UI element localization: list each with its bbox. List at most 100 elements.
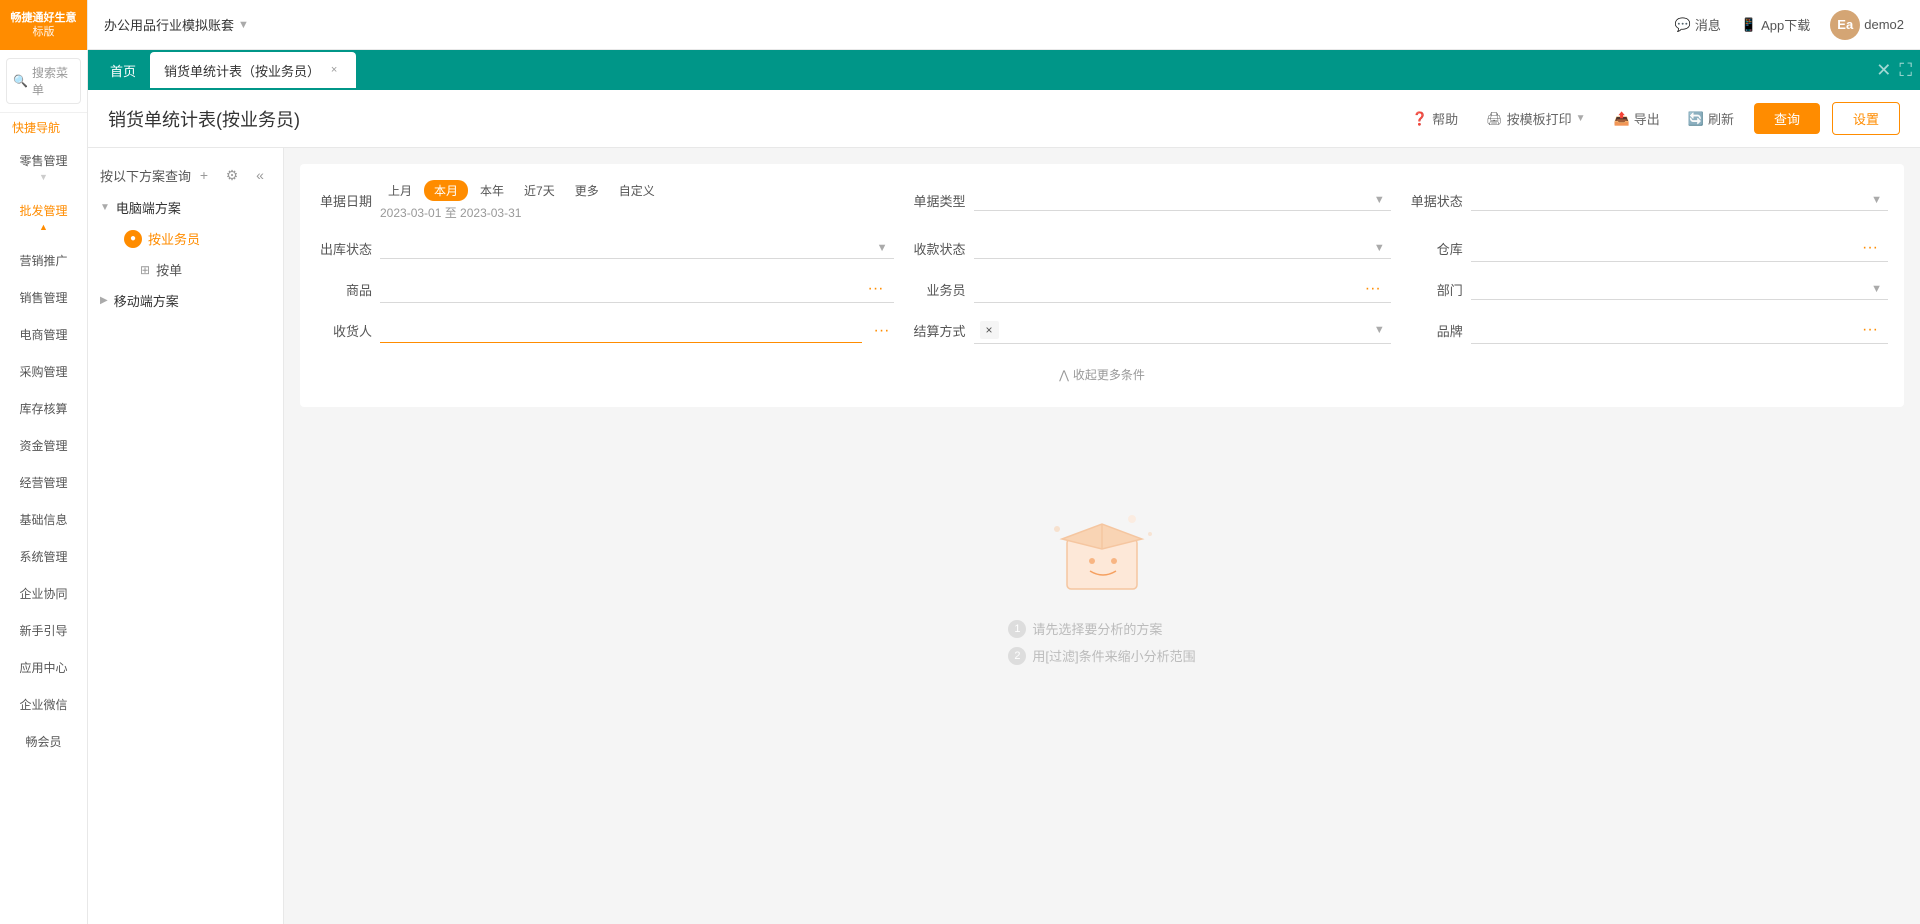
sidebar-item-retail[interactable]: 零售管理 ▼ <box>0 142 87 192</box>
filter-row-3: 商品 ··· 业务员 ··· 部门 <box>316 276 1888 303</box>
sidebar-item-appcenter[interactable]: 应用中心 <box>0 649 87 686</box>
search-menu-label: 搜索菜单 <box>32 64 74 98</box>
add-scheme-button[interactable]: + <box>193 164 215 186</box>
tab-close-button[interactable]: × <box>326 62 342 78</box>
collapse-filters-button[interactable]: ⋀ 收起更多条件 <box>324 366 1880 383</box>
receipt-status-arrow: ▼ <box>1374 242 1385 254</box>
salesperson-field: 业务员 ··· <box>910 276 1391 303</box>
sidebar-item-sales[interactable]: 销售管理 <box>0 279 87 316</box>
help-icon: ❓ <box>1412 111 1428 127</box>
collapse-up-icon: ⋀ <box>1059 368 1069 382</box>
edit-scheme-button[interactable]: ⚙ <box>221 164 243 186</box>
tab-maximize-icon[interactable]: ⛶ <box>1899 60 1912 81</box>
empty-steps: 1 请先选择要分析的方案 2 用[过滤]条件来缩小分析范围 <box>1008 619 1195 665</box>
membership-label: 畅会员 <box>25 733 61 750</box>
user-profile[interactable]: Ea demo2 <box>1830 10 1904 40</box>
tree-item-bydoc[interactable]: ⊞ 按单 <box>88 254 283 285</box>
sidebar-item-purchase[interactable]: 采购管理 <box>0 353 87 390</box>
sidebar-item-newbie[interactable]: 新手引导 <box>0 612 87 649</box>
enterprise-label: 企业协同 <box>19 585 67 602</box>
help-button[interactable]: ❓ 帮助 <box>1404 105 1466 132</box>
mobile-scheme-arrow: ▶ <box>100 295 108 306</box>
warehouse-select[interactable]: ··· <box>1471 235 1888 262</box>
department-arrow: ▼ <box>1871 283 1882 295</box>
date-tab-lastmonth[interactable]: 上月 <box>380 180 420 201</box>
date-tab-thismonth[interactable]: 本月 <box>424 180 468 201</box>
sidebar-item-membership[interactable]: 畅会员 <box>0 723 87 760</box>
operations-label: 经营管理 <box>19 474 67 491</box>
help-label: 帮助 <box>1432 109 1458 128</box>
sidebar-item-enterprise[interactable]: 企业协同 <box>0 575 87 612</box>
empty-step-2: 2 用[过滤]条件来缩小分析范围 <box>1008 646 1195 665</box>
sidebar-item-basic[interactable]: 基础信息 <box>0 501 87 538</box>
collapse-panel-button[interactable]: « <box>249 164 271 186</box>
date-tab-thisyear[interactable]: 本年 <box>472 180 512 201</box>
sidebar-item-corpwechat[interactable]: 企业微信 <box>0 686 87 723</box>
basic-label: 基础信息 <box>19 511 67 528</box>
marketing-label: 营销推广 <box>19 252 67 269</box>
query-button[interactable]: 查询 <box>1754 103 1820 134</box>
doc-type-select[interactable]: ▼ <box>974 190 1391 211</box>
sidebar-item-finance[interactable]: 资金管理 <box>0 427 87 464</box>
system-label: 系统管理 <box>19 548 67 565</box>
doc-status-select[interactable]: ▼ <box>1471 190 1888 211</box>
sidebar-item-ecommerce[interactable]: 电商管理 <box>0 316 87 353</box>
header-right: 💬 消息 📱 App下载 Ea demo2 <box>1675 10 1904 40</box>
workspace-selector[interactable]: 办公用品行业模拟账套 ▼ <box>104 15 249 34</box>
template-print-button[interactable]: 🖨 按模板打印 ▼ <box>1478 105 1593 132</box>
page-title: 销货单统计表(按业务员) <box>108 106 300 144</box>
date-tab-7days[interactable]: 近7天 <box>516 180 563 201</box>
logo-line1: 畅捷通好生意 <box>11 11 77 25</box>
goods-select[interactable]: ··· <box>380 276 894 303</box>
tree-item-salesperson[interactable]: ● 按业务员 <box>88 223 283 254</box>
print-dropdown-icon: ▼ <box>1576 113 1586 124</box>
chevron-up-icon: ▲ <box>39 222 48 232</box>
date-field: 单据日期 上月 本月 本年 近7天 更多 自定义 20 <box>316 180 894 221</box>
sidebar-item-inventory[interactable]: 库存核算 <box>0 390 87 427</box>
sidebar-item-wholesale[interactable]: 批发管理 ▲ <box>0 192 87 242</box>
date-tab-more[interactable]: 更多 <box>567 180 607 201</box>
date-tab-custom[interactable]: 自定义 <box>611 180 663 201</box>
tree-pc-scheme[interactable]: ▼ 电脑端方案 <box>88 192 283 223</box>
settlement-label: 结算方式 <box>910 321 966 340</box>
filter-form: 单据日期 上月 本月 本年 近7天 更多 自定义 20 <box>300 164 1904 407</box>
tree-mobile-scheme[interactable]: ▶ 移动端方案 <box>88 285 283 316</box>
template-print-label: 按模板打印 <box>1507 109 1572 128</box>
salesperson-select[interactable]: ··· <box>974 276 1391 303</box>
sidebar-item-marketing[interactable]: 营销推广 <box>0 242 87 279</box>
empty-step-1: 1 请先选择要分析的方案 <box>1008 619 1162 638</box>
warehouse-dots-icon: ··· <box>1858 239 1882 257</box>
tab-home[interactable]: 首页 <box>96 52 150 88</box>
out-status-arrow: ▼ <box>877 242 888 254</box>
quick-nav-link[interactable]: 快捷导航 <box>0 113 87 142</box>
settlement-arrow: ▼ <box>1374 324 1385 336</box>
message-label: 消息 <box>1695 15 1721 34</box>
brand-field: 品牌 ··· <box>1407 317 1888 344</box>
tab-sales-stats[interactable]: 销货单统计表（按业务员） × <box>150 52 356 88</box>
sidebar-item-operations[interactable]: 经营管理 <box>0 464 87 501</box>
settings-icon: ⚙ <box>226 167 239 184</box>
settings-button[interactable]: 设置 <box>1832 102 1900 135</box>
message-action[interactable]: 💬 消息 <box>1675 15 1721 34</box>
settlement-tag-close[interactable]: × <box>986 323 993 337</box>
settlement-select[interactable]: × ▼ <box>974 317 1391 344</box>
export-button[interactable]: 📤 导出 <box>1606 105 1668 132</box>
header-left: 办公用品行业模拟账套 ▼ <box>104 15 249 34</box>
filter-row-4: 收货人 ··· 结算方式 × ▼ <box>316 317 1888 344</box>
receipt-status-select[interactable]: ▼ <box>974 238 1391 259</box>
consignee-dots-icon[interactable]: ··· <box>870 322 894 340</box>
refresh-icon: 🔄 <box>1688 111 1704 127</box>
department-select[interactable]: ▼ <box>1471 279 1888 300</box>
app-download-action[interactable]: 📱 App下载 <box>1741 15 1810 34</box>
print-icon: 🖨 <box>1486 111 1503 127</box>
out-status-select[interactable]: ▼ <box>380 238 894 259</box>
left-panel: 按以下方案查询 + ⚙ « ▼ <box>88 148 284 924</box>
avatar: Ea <box>1830 10 1860 40</box>
sidebar-item-system[interactable]: 系统管理 <box>0 538 87 575</box>
corpwechat-label: 企业微信 <box>19 696 67 713</box>
brand-select[interactable]: ··· <box>1471 317 1888 344</box>
refresh-button[interactable]: 🔄 刷新 <box>1680 105 1742 132</box>
consignee-input[interactable] <box>380 319 862 343</box>
tab-close-window-icon[interactable]: ✕ <box>1876 60 1891 81</box>
search-menu-button[interactable]: 🔍 搜索菜单 <box>6 58 81 104</box>
